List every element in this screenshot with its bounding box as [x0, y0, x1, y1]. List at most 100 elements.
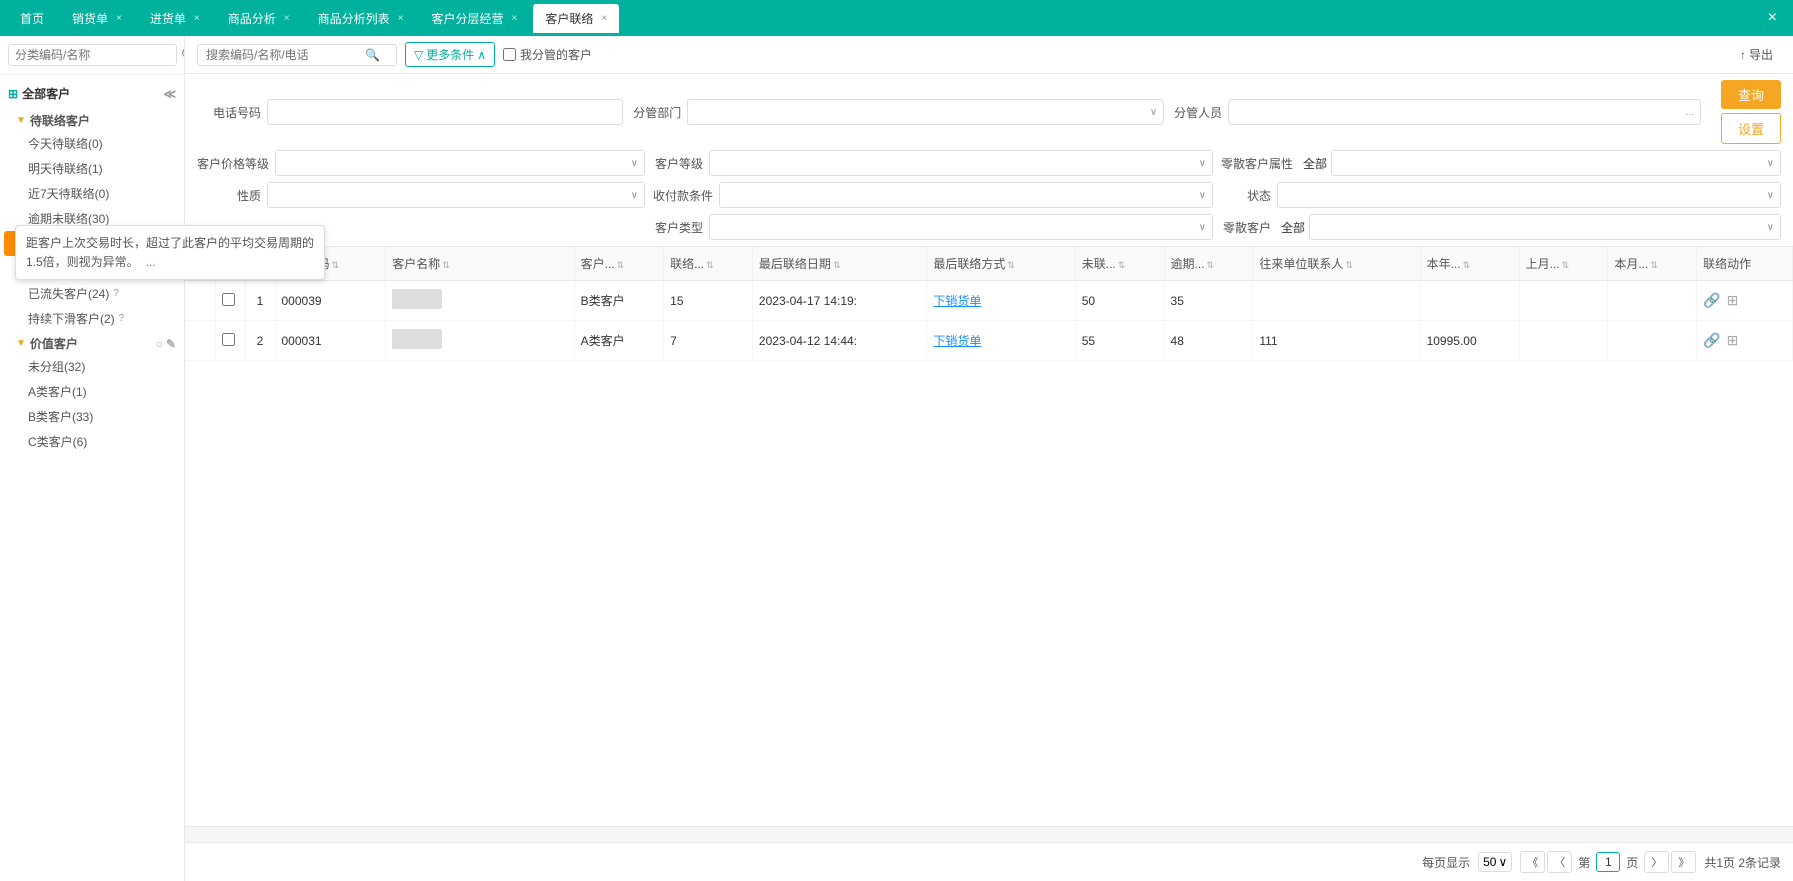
row1-last-way: 下销货单: [927, 281, 1075, 321]
sidebar-item-declining[interactable]: 持续下滑客户(2) ?: [0, 306, 184, 331]
row2-link-icon[interactable]: 🔗: [1703, 332, 1720, 349]
prev-page-btn[interactable]: 〈: [1547, 851, 1572, 873]
export-button[interactable]: ↑ 导出: [1732, 43, 1781, 66]
row1-link-icon[interactable]: 🔗: [1703, 292, 1720, 309]
row1-grid-icon[interactable]: ⊞: [1727, 292, 1739, 309]
first-page-btn[interactable]: 《: [1520, 851, 1545, 873]
circle-icon[interactable]: ○: [156, 337, 163, 351]
tooltip-repurchase: 距客户上次交易时长，超过了此客户的平均交易周期的1.5倍，则视为异常。 ...: [15, 225, 325, 280]
row1-check[interactable]: [222, 293, 235, 306]
nav-purchase-close[interactable]: ×: [194, 13, 200, 24]
sidebar-item-c-class[interactable]: C类客户(6): [0, 429, 184, 454]
price-level-select[interactable]: ∨: [275, 150, 645, 176]
adv-filter-row-2: 客户价格等级 ∨ 客户等级 ∨ 零散客户属性 全部: [197, 150, 1781, 176]
row2-this-month: [1608, 321, 1697, 361]
sidebar-item-tomorrow[interactable]: 明天待联络(1): [0, 156, 184, 181]
more-dots-icon[interactable]: ...: [1686, 107, 1694, 118]
retail-attr-select[interactable]: ∨: [1331, 150, 1781, 176]
window-close-button[interactable]: ×: [1760, 5, 1785, 31]
row1-contact: 15: [664, 281, 753, 321]
per-page-select[interactable]: 50 ∨: [1478, 852, 1512, 872]
col-overdue[interactable]: 逾期...⇅: [1164, 247, 1253, 281]
more-conditions-btn[interactable]: ▽ 更多条件 ∧: [405, 42, 495, 67]
chevron-down-icon-5: ∨: [631, 190, 638, 201]
phone-field: 电话号码: [197, 99, 623, 125]
nature-select[interactable]: ∨: [267, 182, 645, 208]
nav-customer-segment-close[interactable]: ×: [511, 13, 517, 24]
nature-field: 性质 ∨: [197, 182, 645, 208]
nav-goods-list-close[interactable]: ×: [398, 13, 404, 24]
col-name[interactable]: 客户名称⇅: [386, 247, 574, 281]
sidebar-item-churned[interactable]: 已流失客户(24) ?: [0, 281, 184, 306]
row2-contact: 7: [664, 321, 753, 361]
sidebar-collapse-btn[interactable]: ≪: [163, 87, 176, 101]
nav-goods-analysis-close[interactable]: ×: [284, 13, 290, 24]
row1-settings: [185, 281, 215, 321]
row1-this-month: [1608, 281, 1697, 321]
phone-input[interactable]: [267, 99, 623, 125]
sidebar-item-a-class[interactable]: A类客户(1): [0, 379, 184, 404]
row2-grid-icon[interactable]: ⊞: [1727, 332, 1739, 349]
row2-code[interactable]: 000031: [275, 321, 386, 361]
sidebar-item-b-class[interactable]: B类客户(33): [0, 404, 184, 429]
nav-purchase[interactable]: 进货单 ×: [138, 4, 212, 33]
retail-customer-select[interactable]: ∨: [1309, 214, 1781, 240]
content-area: 🔍 ▽ 更多条件 ∧ 我分管的客户 ↑ 导出 电话号码: [185, 36, 1793, 881]
nav-goods-analysis[interactable]: 商品分析 ×: [216, 4, 302, 33]
action-buttons: 查询 设置: [1721, 80, 1781, 144]
col-this-year[interactable]: 本年...⇅: [1420, 247, 1519, 281]
settings-button[interactable]: 设置: [1721, 113, 1781, 144]
last-page-btn[interactable]: 》: [1671, 851, 1696, 873]
col-last-contact-date[interactable]: 最后联络日期⇅: [752, 247, 926, 281]
col-unread[interactable]: 未联...⇅: [1075, 247, 1164, 281]
col-this-month[interactable]: 本月...⇅: [1608, 247, 1697, 281]
tooltip-more-link[interactable]: ...: [146, 255, 156, 269]
col-contacts[interactable]: 往来单位联系人⇅: [1253, 247, 1420, 281]
col-category[interactable]: 客户...⇅: [574, 247, 664, 281]
sidebar-search-bar: 🔍: [0, 36, 184, 75]
row1-last-month: [1519, 281, 1608, 321]
customer-type-field: 客户类型 ∨: [653, 214, 1213, 240]
nav-sales-close[interactable]: ×: [116, 13, 122, 24]
sidebar-all-customers[interactable]: ⊞ 全部客户 ≪: [0, 79, 184, 108]
sidebar: 🔍 ⊞ 全部客户 ≪ ▼ 待联络客户 今天待联络(0) 明天待联络(1) 近7天…: [0, 36, 185, 881]
nav-home[interactable]: 首页: [8, 4, 56, 33]
nav-customer-contact-close[interactable]: ×: [601, 13, 607, 24]
search-input[interactable]: [206, 48, 361, 62]
help-icon-4[interactable]: ?: [119, 313, 125, 324]
next-page-btn[interactable]: 〉: [1644, 851, 1669, 873]
sidebar-search-input[interactable]: [8, 44, 177, 66]
sidebar-item-today[interactable]: 今天待联络(0): [0, 131, 184, 156]
retail-attr-label: 零散客户属性: [1221, 155, 1299, 172]
sidebar-pending-contact-section[interactable]: ▼ 待联络客户: [0, 108, 184, 131]
page-navigation: 《 〈 第 1 页 〉 》: [1520, 851, 1696, 873]
row2-check[interactable]: [222, 333, 235, 346]
my-customer-checkbox[interactable]: [503, 48, 516, 61]
horizontal-scrollbar[interactable]: [185, 826, 1793, 842]
chevron-down-icon-page: ∨: [1498, 855, 1507, 869]
payment-select[interactable]: ∨: [719, 182, 1213, 208]
nav-goods-list[interactable]: 商品分析列表 ×: [306, 4, 416, 33]
customer-level-select[interactable]: ∨: [709, 150, 1213, 176]
row1-actions: 🔗 ⊞: [1697, 281, 1793, 321]
edit-icon[interactable]: ✎: [166, 337, 176, 351]
col-last-contact-way[interactable]: 最后联络方式⇅: [927, 247, 1075, 281]
current-page[interactable]: 1: [1596, 852, 1620, 872]
query-button[interactable]: 查询: [1721, 80, 1781, 109]
sidebar-value-customers-section[interactable]: ▼ 价值客户 ○ ✎: [0, 331, 184, 354]
sidebar-item-7days[interactable]: 近7天待联络(0): [0, 181, 184, 206]
dept-select[interactable]: ∨: [687, 99, 1164, 125]
customer-type-select[interactable]: ∨: [709, 214, 1213, 240]
row2-this-year: 10995.00: [1420, 321, 1519, 361]
person-select[interactable]: ...: [1228, 99, 1701, 125]
nav-customer-segment[interactable]: 客户分层经营 ×: [419, 4, 529, 33]
col-contact[interactable]: 联络...⇅: [664, 247, 753, 281]
sidebar-item-unclassified[interactable]: 未分组(32): [0, 354, 184, 379]
row1-code[interactable]: 000039: [275, 281, 386, 321]
status-select[interactable]: ∨: [1277, 182, 1781, 208]
help-icon-3[interactable]: ?: [113, 288, 119, 299]
nav-sales[interactable]: 销货单 ×: [60, 4, 134, 33]
nav-customer-contact[interactable]: 客户联络 ×: [533, 4, 619, 33]
adv-filter-row-3: 性质 ∨ 收付款条件 ∨ 状态: [197, 182, 1781, 208]
col-last-month[interactable]: 上月...⇅: [1519, 247, 1608, 281]
